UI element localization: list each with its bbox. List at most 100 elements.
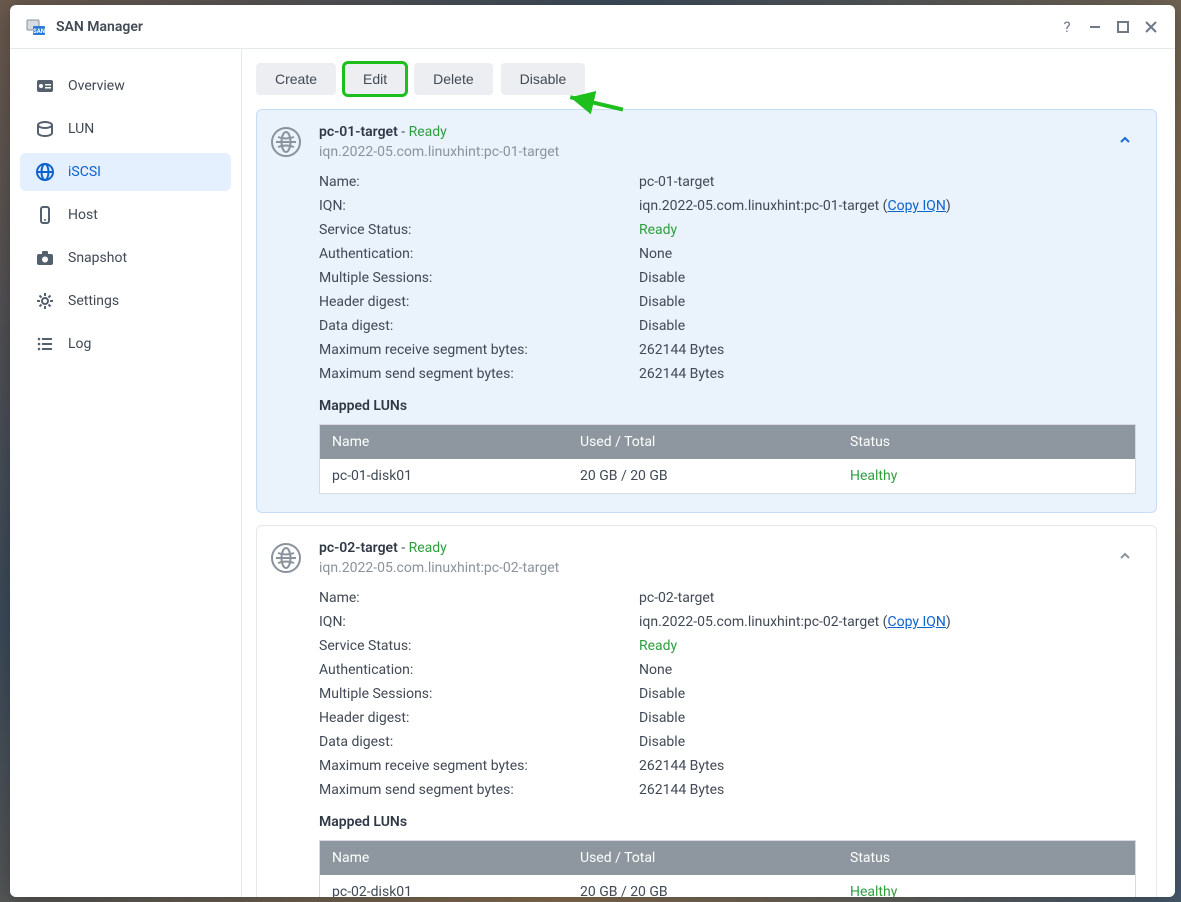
mapped-luns-title: Mapped LUNs <box>319 814 1136 830</box>
body: Overview LUN iSCSI Host <box>10 49 1175 897</box>
svg-text:?: ? <box>1063 19 1070 35</box>
col-used: Used / Total <box>580 850 850 866</box>
target-iqn-sub: iqn.2022-05.com.linuxhint:pc-01-target <box>319 144 1114 160</box>
lun-table: Name Used / Total Status pc-02-disk01 20… <box>319 840 1136 897</box>
value-data-digest: Disable <box>639 734 1136 750</box>
target-iqn-sub: iqn.2022-05.com.linuxhint:pc-02-target <box>319 560 1114 576</box>
san-manager-window: SAN SAN Manager ? Overview <box>10 5 1175 897</box>
label-header-digest: Header digest: <box>319 710 639 726</box>
lun-row[interactable]: pc-02-disk01 20 GB / 20 GB Healthy <box>320 875 1135 897</box>
collapse-toggle[interactable] <box>1114 545 1136 571</box>
sidebar-item-overview[interactable]: Overview <box>20 67 231 105</box>
titlebar: SAN SAN Manager ? <box>10 5 1175 49</box>
copy-iqn-link[interactable]: Copy IQN <box>887 614 945 630</box>
sidebar-item-label: Host <box>68 207 98 223</box>
minimize-button[interactable] <box>1081 13 1109 41</box>
value-max-recv: 262144 Bytes <box>639 758 1136 774</box>
sidebar-item-host[interactable]: Host <box>20 196 231 234</box>
globe-icon <box>271 543 301 573</box>
value-service-status: Ready <box>639 638 677 654</box>
lun-used: 20 GB / 20 GB <box>580 468 850 484</box>
label-data-digest: Data digest: <box>319 734 639 750</box>
copy-iqn-link[interactable]: Copy IQN <box>887 198 945 214</box>
gear-icon <box>34 290 56 312</box>
sidebar-item-settings[interactable]: Settings <box>20 282 231 320</box>
value-auth: None <box>639 662 1136 678</box>
label-max-recv: Maximum receive segment bytes: <box>319 342 639 358</box>
sidebar-item-label: LUN <box>68 121 94 137</box>
lun-status: Healthy <box>850 884 1135 897</box>
value-header-digest: Disable <box>639 294 1136 310</box>
target-name: pc-01-target <box>319 124 398 140</box>
target-card-pc-02[interactable]: pc-02-target - Ready iqn.2022-05.com.lin… <box>256 525 1157 897</box>
lun-table: Name Used / Total Status pc-01-disk01 20… <box>319 424 1136 494</box>
label-auth: Authentication: <box>319 246 639 262</box>
col-name: Name <box>320 850 580 866</box>
label-max-recv: Maximum receive segment bytes: <box>319 758 639 774</box>
label-name: Name: <box>319 590 639 606</box>
sidebar-item-label: Snapshot <box>68 250 127 266</box>
col-used: Used / Total <box>580 434 850 450</box>
lun-name: pc-02-disk01 <box>320 884 580 897</box>
value-multiple-sessions: Disable <box>639 270 1136 286</box>
label-iqn: IQN: <box>319 198 639 214</box>
target-status: Ready <box>409 124 447 140</box>
disable-button[interactable]: Disable <box>501 63 586 95</box>
label-max-send: Maximum send segment bytes: <box>319 366 639 382</box>
value-name: pc-02-target <box>639 590 1136 606</box>
target-details: Name:pc-02-target IQN:iqn.2022-05.com.li… <box>257 586 1156 897</box>
target-header: pc-01-target - Ready iqn.2022-05.com.lin… <box>257 110 1156 170</box>
device-icon <box>34 204 56 226</box>
delete-button[interactable]: Delete <box>414 63 492 95</box>
label-header-digest: Header digest: <box>319 294 639 310</box>
sidebar-item-lun[interactable]: LUN <box>20 110 231 148</box>
label-multiple-sessions: Multiple Sessions: <box>319 270 639 286</box>
app-title: SAN Manager <box>56 19 1053 35</box>
label-max-send: Maximum send segment bytes: <box>319 782 639 798</box>
disk-icon <box>34 118 56 140</box>
lun-table-header: Name Used / Total Status <box>320 841 1135 875</box>
maximize-button[interactable] <box>1109 13 1137 41</box>
sidebar-item-label: iSCSI <box>68 164 101 180</box>
value-auth: None <box>639 246 1136 262</box>
label-service-status: Service Status: <box>319 638 639 654</box>
sidebar: Overview LUN iSCSI Host <box>10 49 242 897</box>
lun-table-header: Name Used / Total Status <box>320 425 1135 459</box>
sidebar-item-iscsi[interactable]: iSCSI <box>20 153 231 191</box>
sidebar-item-label: Log <box>68 336 91 352</box>
globe-icon <box>271 127 301 157</box>
edit-button[interactable]: Edit <box>344 63 406 95</box>
globe-icon <box>34 161 56 183</box>
sidebar-item-log[interactable]: Log <box>20 325 231 363</box>
lun-name: pc-01-disk01 <box>320 468 580 484</box>
col-status: Status <box>850 434 1135 450</box>
value-service-status: Ready <box>639 222 677 238</box>
help-button[interactable]: ? <box>1053 13 1081 41</box>
app-icon: SAN <box>26 17 46 37</box>
label-data-digest: Data digest: <box>319 318 639 334</box>
target-card-pc-01[interactable]: pc-01-target - Ready iqn.2022-05.com.lin… <box>256 109 1157 513</box>
target-status: Ready <box>409 540 447 556</box>
value-iqn: iqn.2022-05.com.linuxhint:pc-01-target <box>639 198 879 214</box>
collapse-toggle[interactable] <box>1114 129 1136 155</box>
sidebar-item-label: Overview <box>68 78 125 94</box>
value-header-digest: Disable <box>639 710 1136 726</box>
value-data-digest: Disable <box>639 318 1136 334</box>
value-max-send: 262144 Bytes <box>639 782 1136 798</box>
sidebar-item-snapshot[interactable]: Snapshot <box>20 239 231 277</box>
value-max-send: 262144 Bytes <box>639 366 1136 382</box>
close-button[interactable] <box>1137 13 1165 41</box>
value-name: pc-01-target <box>639 174 1136 190</box>
camera-icon <box>34 247 56 269</box>
label-service-status: Service Status: <box>319 222 639 238</box>
lun-row[interactable]: pc-01-disk01 20 GB / 20 GB Healthy <box>320 459 1135 493</box>
sidebar-item-label: Settings <box>68 293 119 309</box>
list-icon <box>34 333 56 355</box>
label-multiple-sessions: Multiple Sessions: <box>319 686 639 702</box>
label-name: Name: <box>319 174 639 190</box>
target-details: Name:pc-01-target IQN:iqn.2022-05.com.li… <box>257 170 1156 512</box>
target-header: pc-02-target - Ready iqn.2022-05.com.lin… <box>257 526 1156 586</box>
target-name: pc-02-target <box>319 540 398 556</box>
create-button[interactable]: Create <box>256 63 336 95</box>
lun-used: 20 GB / 20 GB <box>580 884 850 897</box>
